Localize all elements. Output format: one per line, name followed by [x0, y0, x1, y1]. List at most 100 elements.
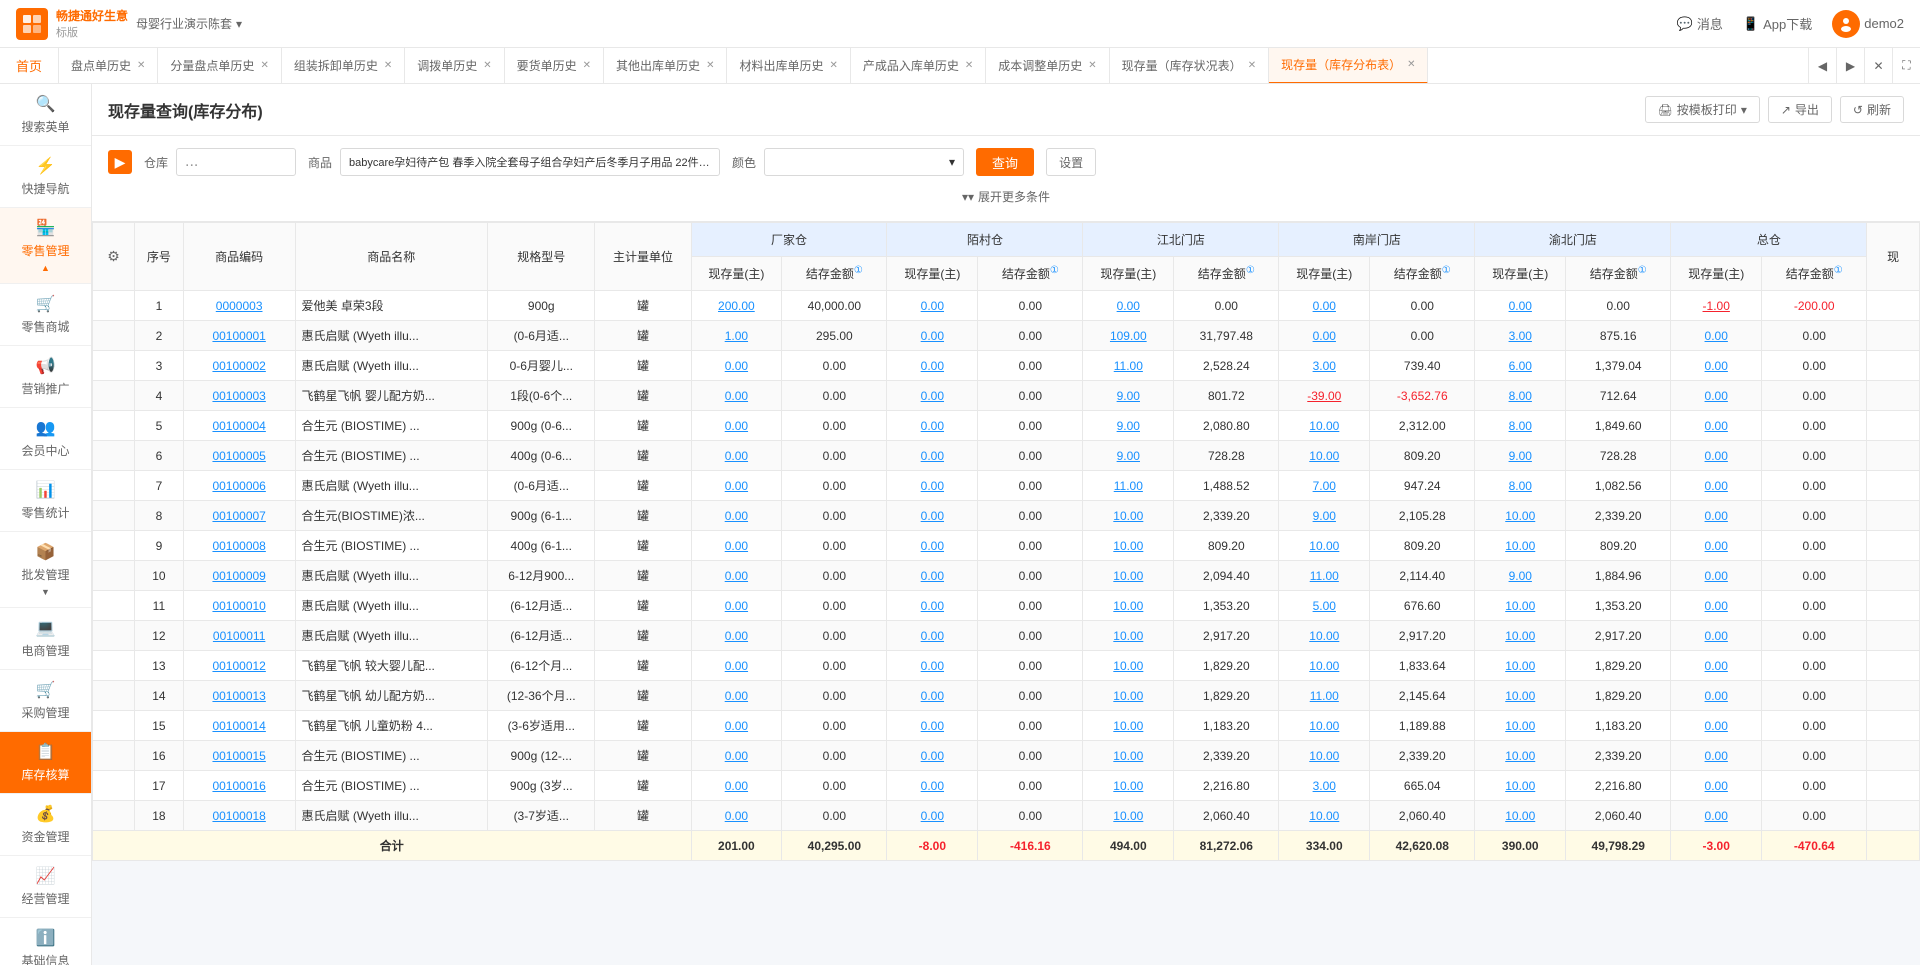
row-code[interactable]: 00100001: [183, 321, 295, 351]
tab-fullscreen-btn[interactable]: ⛶: [1892, 48, 1920, 84]
row-mocun-qty[interactable]: 0.00: [887, 801, 978, 831]
warehouse-input[interactable]: ...: [176, 148, 296, 176]
row-yubei-qty[interactable]: 10.00: [1475, 501, 1566, 531]
row-code[interactable]: 00100013: [183, 681, 295, 711]
row-nanan-qty[interactable]: -39.00: [1279, 381, 1370, 411]
row-factory-qty[interactable]: 0.00: [691, 711, 782, 741]
row-code[interactable]: 00100005: [183, 441, 295, 471]
row-code[interactable]: 00100010: [183, 591, 295, 621]
row-nanan-qty[interactable]: 0.00: [1279, 291, 1370, 321]
row-nanan-qty[interactable]: 10.00: [1279, 621, 1370, 651]
print-btn[interactable]: 🖨 按模板打印 ▾: [1645, 96, 1760, 123]
goods-input[interactable]: babycare孕妇待产包 春季入院全套母子组合孕妇产后冬季月子用品 22件套 …: [340, 148, 720, 176]
row-total-qty[interactable]: 0.00: [1671, 741, 1762, 771]
row-factory-qty[interactable]: 0.00: [691, 561, 782, 591]
row-nanan-qty[interactable]: 9.00: [1279, 501, 1370, 531]
tab-close-icon[interactable]: ✕: [1407, 59, 1415, 70]
tab-3[interactable]: 组装拆卸单历史 ✕: [282, 48, 405, 84]
row-mocun-qty[interactable]: 0.00: [887, 411, 978, 441]
row-mocun-qty[interactable]: 0.00: [887, 771, 978, 801]
search-btn[interactable]: 查询: [976, 148, 1034, 176]
tab-close-icon[interactable]: ✕: [384, 60, 392, 71]
row-factory-qty[interactable]: 0.00: [691, 381, 782, 411]
row-jiangbei-qty[interactable]: 10.00: [1083, 771, 1174, 801]
row-nanan-qty[interactable]: 10.00: [1279, 741, 1370, 771]
row-total-qty[interactable]: 0.00: [1671, 771, 1762, 801]
row-factory-qty[interactable]: 200.00: [691, 291, 782, 321]
row-code[interactable]: 00100008: [183, 531, 295, 561]
sidebar-item-wholesale[interactable]: 📦 批发管理 ▼: [0, 532, 91, 608]
row-total-qty[interactable]: 0.00: [1671, 591, 1762, 621]
row-code[interactable]: 00100011: [183, 621, 295, 651]
row-factory-qty[interactable]: 0.00: [691, 441, 782, 471]
row-code[interactable]: 00100014: [183, 711, 295, 741]
company-dropdown[interactable]: 母婴行业演示陈套 ▾: [136, 15, 242, 32]
row-total-qty[interactable]: 0.00: [1671, 471, 1762, 501]
tab-home[interactable]: 首页: [0, 48, 59, 84]
row-factory-qty[interactable]: 0.00: [691, 411, 782, 441]
row-nanan-qty[interactable]: 10.00: [1279, 801, 1370, 831]
row-jiangbei-qty[interactable]: 9.00: [1083, 411, 1174, 441]
row-nanan-qty[interactable]: 10.00: [1279, 711, 1370, 741]
row-nanan-qty[interactable]: 11.00: [1279, 681, 1370, 711]
app-download-btn[interactable]: 📱 App下载: [1743, 14, 1812, 33]
row-nanan-qty[interactable]: 10.00: [1279, 531, 1370, 561]
expand-search-btn[interactable]: ▶: [108, 150, 132, 174]
user-btn[interactable]: demo2: [1832, 10, 1904, 38]
row-yubei-qty[interactable]: 8.00: [1475, 381, 1566, 411]
row-factory-qty[interactable]: 0.00: [691, 801, 782, 831]
row-total-qty[interactable]: 0.00: [1671, 411, 1762, 441]
sidebar-item-retail-mgmt[interactable]: 🏪 零售管理 ▲: [0, 208, 91, 284]
row-factory-qty[interactable]: 0.00: [691, 651, 782, 681]
row-yubei-qty[interactable]: 10.00: [1475, 711, 1566, 741]
sidebar-item-inventory[interactable]: 📋 库存核算: [0, 732, 91, 794]
row-mocun-qty[interactable]: 0.00: [887, 321, 978, 351]
row-nanan-qty[interactable]: 3.00: [1279, 771, 1370, 801]
row-yubei-qty[interactable]: 10.00: [1475, 621, 1566, 651]
row-jiangbei-qty[interactable]: 10.00: [1083, 561, 1174, 591]
row-total-qty[interactable]: 0.00: [1671, 651, 1762, 681]
row-total-qty[interactable]: 0.00: [1671, 381, 1762, 411]
row-total-qty[interactable]: 0.00: [1671, 531, 1762, 561]
row-mocun-qty[interactable]: 0.00: [887, 531, 978, 561]
row-mocun-qty[interactable]: 0.00: [887, 651, 978, 681]
row-jiangbei-qty[interactable]: 10.00: [1083, 621, 1174, 651]
row-yubei-qty[interactable]: 10.00: [1475, 651, 1566, 681]
row-code[interactable]: 0000003: [183, 291, 295, 321]
row-code[interactable]: 00100012: [183, 651, 295, 681]
tab-close-all-btn[interactable]: ✕: [1864, 48, 1892, 84]
color-input[interactable]: ▾: [764, 148, 964, 176]
row-mocun-qty[interactable]: 0.00: [887, 681, 978, 711]
sidebar-item-finance[interactable]: 💰 资金管理: [0, 794, 91, 856]
row-total-qty[interactable]: -1.00: [1671, 291, 1762, 321]
refresh-btn[interactable]: ↺ 刷新: [1840, 96, 1904, 123]
tab-close-icon[interactable]: ✕: [829, 60, 837, 71]
tab-6[interactable]: 其他出库单历史 ✕: [604, 48, 727, 84]
row-total-qty[interactable]: 0.00: [1671, 621, 1762, 651]
row-factory-qty[interactable]: 0.00: [691, 591, 782, 621]
row-code[interactable]: 00100009: [183, 561, 295, 591]
message-btn[interactable]: 💬 消息: [1677, 14, 1723, 33]
row-nanan-qty[interactable]: 3.00: [1279, 351, 1370, 381]
row-nanan-qty[interactable]: 10.00: [1279, 441, 1370, 471]
tab-close-icon[interactable]: ✕: [706, 60, 714, 71]
row-yubei-qty[interactable]: 10.00: [1475, 801, 1566, 831]
tab-close-icon[interactable]: ✕: [137, 60, 145, 71]
sidebar-item-member[interactable]: 👥 会员中心: [0, 408, 91, 470]
row-total-qty[interactable]: 0.00: [1671, 561, 1762, 591]
setting-btn[interactable]: 设置: [1046, 148, 1096, 176]
row-factory-qty[interactable]: 0.00: [691, 621, 782, 651]
sidebar-item-quick[interactable]: ⚡ 快捷导航: [0, 146, 91, 208]
row-mocun-qty[interactable]: 0.00: [887, 351, 978, 381]
tab-close-icon[interactable]: ✕: [1248, 60, 1256, 71]
tab-11[interactable]: 现存量（库存分布表） ✕: [1269, 48, 1428, 84]
row-total-qty[interactable]: 0.00: [1671, 351, 1762, 381]
row-jiangbei-qty[interactable]: 10.00: [1083, 591, 1174, 621]
row-jiangbei-qty[interactable]: 10.00: [1083, 741, 1174, 771]
row-factory-qty[interactable]: 1.00: [691, 321, 782, 351]
sidebar-item-retail-stats[interactable]: 📊 零售统计: [0, 470, 91, 532]
row-factory-qty[interactable]: 0.00: [691, 351, 782, 381]
tab-5[interactable]: 要货单历史 ✕: [505, 48, 604, 84]
tab-close-icon[interactable]: ✕: [965, 60, 973, 71]
row-jiangbei-qty[interactable]: 10.00: [1083, 681, 1174, 711]
